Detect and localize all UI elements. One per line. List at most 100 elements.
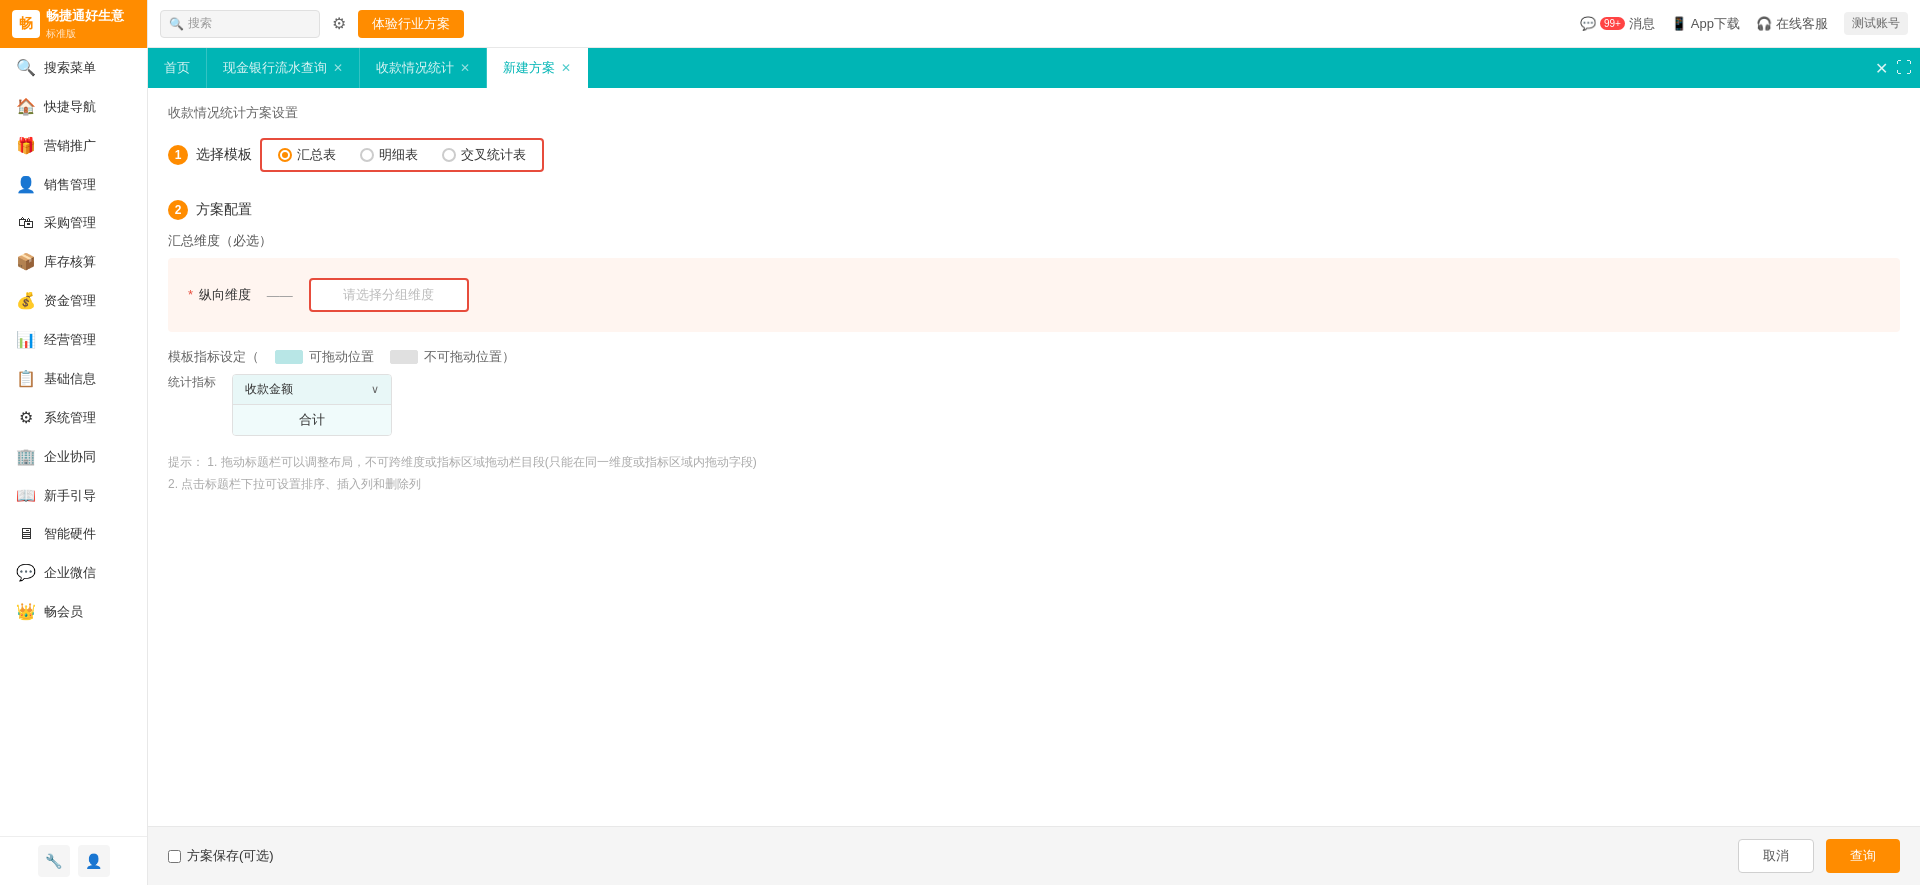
- tab-receipt-stats[interactable]: 收款情况统计 ✕: [360, 48, 487, 88]
- sidebar-item-basic-info[interactable]: 📋 基础信息: [0, 359, 147, 398]
- template-radio-group: 汇总表 明细表 交叉统计表: [260, 138, 544, 172]
- notification-label: 消息: [1629, 15, 1655, 33]
- sidebar-item-quick-nav[interactable]: 🏠 快捷导航: [0, 87, 147, 126]
- chevron-down-icon: ∨: [371, 383, 379, 396]
- hint-line-1: 提示： 1. 拖动标题栏可以调整布局，不可跨维度或指标区域拖动栏目段(只能在同一…: [168, 452, 1900, 474]
- search-placeholder-text: 搜索: [188, 15, 212, 32]
- tab-bar: 首页 现金银行流水查询 ✕ 收款情况统计 ✕ 新建方案 ✕ ✕ ⛶: [148, 48, 1920, 88]
- hint-text-1: 提示： 1. 拖动标题栏可以调整布局，不可跨维度或指标区域拖动栏目段(只能在同一…: [168, 452, 1900, 495]
- tab-new-scheme[interactable]: 新建方案 ✕: [487, 48, 588, 88]
- notification-button[interactable]: 💬 99+ 消息: [1580, 15, 1655, 33]
- radio-summary-circle: [278, 148, 292, 162]
- gift-icon: 🎁: [16, 136, 36, 155]
- sidebar-bottom-icon-2[interactable]: 👤: [78, 845, 110, 877]
- content-area: 收款情况统计方案设置 1 选择模板 汇总表 明细表: [148, 88, 1920, 885]
- clipboard-icon: 📋: [16, 369, 36, 388]
- header-search-box[interactable]: 🔍 搜索: [160, 10, 320, 38]
- gear-icon: ⚙: [16, 408, 36, 427]
- scheme-config: 汇总维度（必选） * 纵向维度 —— 请选择分组维度: [168, 232, 1900, 495]
- bell-icon: 💬: [1580, 16, 1596, 31]
- online-service-button[interactable]: 🎧 在线客服: [1756, 15, 1828, 33]
- search-icon: 🔍: [169, 17, 184, 31]
- indicator-section-label: 模板指标设定（: [168, 348, 259, 366]
- close-window-icon[interactable]: ✕: [1875, 59, 1888, 78]
- sidebar-item-marketing[interactable]: 🎁 营销推广: [0, 126, 147, 165]
- page-title: 收款情况统计方案设置: [168, 104, 1900, 122]
- indicator-section: 模板指标设定（ 可拖动位置 不可拖动位置）: [168, 348, 1900, 436]
- sidebar-item-inventory[interactable]: 📦 库存核算: [0, 242, 147, 281]
- sidebar-item-member[interactable]: 👑 畅会员: [0, 592, 147, 631]
- dimension-area: * 纵向维度 —— 请选择分组维度: [168, 258, 1900, 332]
- sidebar-bottom-icon-1[interactable]: 🔧: [38, 845, 70, 877]
- tab-receipt-stats-close[interactable]: ✕: [460, 61, 470, 75]
- tab-new-scheme-close[interactable]: ✕: [561, 61, 571, 75]
- monitor-icon: 🖥: [16, 525, 36, 543]
- hint-line-2: 2. 点击标题栏下拉可设置排序、插入列和删除列: [168, 474, 1900, 496]
- movable-box: [275, 350, 303, 364]
- sidebar-item-label: 企业协同: [44, 448, 96, 466]
- radio-detail[interactable]: 明细表: [360, 146, 418, 164]
- save-scheme-input[interactable]: [168, 850, 181, 863]
- service-icon: 🎧: [1756, 16, 1772, 31]
- app-download-button[interactable]: 📱 App下载: [1671, 15, 1740, 33]
- tab-new-scheme-label: 新建方案: [503, 59, 555, 77]
- radio-summary[interactable]: 汇总表: [278, 146, 336, 164]
- sidebar-item-management[interactable]: 📊 经营管理: [0, 320, 147, 359]
- user-account[interactable]: 测试账号: [1844, 12, 1908, 35]
- legend-unmovable: 不可拖动位置）: [390, 348, 515, 366]
- radio-cross[interactable]: 交叉统计表: [442, 146, 526, 164]
- movable-label: 可拖动位置: [309, 348, 374, 366]
- dimension-row: * 纵向维度 —— 请选择分组维度: [188, 278, 1880, 312]
- sidebar-item-system[interactable]: ⚙ 系统管理: [0, 398, 147, 437]
- logo-badge: 标准版: [46, 27, 124, 41]
- sidebar-item-purchase[interactable]: 🛍 采购管理: [0, 204, 147, 242]
- crown-icon: 👑: [16, 602, 36, 621]
- settings-icon[interactable]: ⚙: [332, 14, 346, 33]
- sidebar: 畅 畅捷通好生意 标准版 🔍 搜索菜单 🏠 快捷导航 🎁 营销推广 👤 销售管理…: [0, 0, 148, 885]
- radio-cross-label: 交叉统计表: [461, 146, 526, 164]
- sidebar-item-finance[interactable]: 💰 资金管理: [0, 281, 147, 320]
- indicator-table: 收款金额 ∨ 合计: [232, 374, 392, 436]
- indicator-col-header[interactable]: 收款金额 ∨: [233, 375, 391, 405]
- service-label: 在线客服: [1776, 15, 1828, 33]
- sidebar-item-label: 销售管理: [44, 176, 96, 194]
- sidebar-item-sales[interactable]: 👤 销售管理: [0, 165, 147, 204]
- tab-bank-flow[interactable]: 现金银行流水查询 ✕: [207, 48, 360, 88]
- radio-cross-circle: [442, 148, 456, 162]
- maximize-icon[interactable]: ⛶: [1896, 59, 1912, 77]
- sidebar-item-label: 搜索菜单: [44, 59, 96, 77]
- sidebar-item-label: 基础信息: [44, 370, 96, 388]
- tab-home[interactable]: 首页: [148, 48, 207, 88]
- content-inner: 收款情况统计方案设置 1 选择模板 汇总表 明细表: [148, 88, 1920, 826]
- step1-section: 1 选择模板 汇总表 明细表: [168, 138, 1900, 184]
- sidebar-logo: 畅 畅捷通好生意 标准版: [0, 0, 147, 48]
- tabs-end-buttons: ✕ ⛶: [1867, 48, 1920, 88]
- dimension-selector[interactable]: 请选择分组维度: [309, 278, 469, 312]
- category-label: 统计指标: [168, 374, 216, 391]
- sidebar-item-label: 资金管理: [44, 292, 96, 310]
- sidebar-item-newbie[interactable]: 📖 新手引导: [0, 476, 147, 515]
- save-scheme-label: 方案保存(可选): [187, 847, 274, 865]
- sidebar-item-enterprise[interactable]: 🏢 企业协同: [0, 437, 147, 476]
- tab-bank-flow-label: 现金银行流水查询: [223, 59, 327, 77]
- box-icon: 📦: [16, 252, 36, 271]
- logo-name: 畅捷通好生意: [46, 7, 124, 25]
- sidebar-item-label: 经营管理: [44, 331, 96, 349]
- sidebar-item-smart-hw[interactable]: 🖥 智能硬件: [0, 515, 147, 553]
- money-icon: 💰: [16, 291, 36, 310]
- sidebar-item-wechat[interactable]: 💬 企业微信: [0, 553, 147, 592]
- step2-header: 2 方案配置: [168, 200, 1900, 220]
- download-icon: 📱: [1671, 16, 1687, 31]
- cancel-button[interactable]: 取消: [1738, 839, 1814, 873]
- save-scheme-checkbox[interactable]: 方案保存(可选): [168, 847, 274, 865]
- step2-section: 2 方案配置 汇总维度（必选） * 纵向维度 —— 请选择分组维度: [168, 200, 1900, 495]
- tab-bank-flow-close[interactable]: ✕: [333, 61, 343, 75]
- step2-badge: 2: [168, 200, 188, 220]
- building-icon: 🏢: [16, 447, 36, 466]
- book-icon: 📖: [16, 486, 36, 505]
- sidebar-item-search-menu[interactable]: 🔍 搜索菜单: [0, 48, 147, 87]
- query-button[interactable]: 查询: [1826, 839, 1900, 873]
- trial-industry-button[interactable]: 体验行业方案: [358, 10, 464, 38]
- chart-icon: 📊: [16, 330, 36, 349]
- required-mark: *: [188, 287, 193, 302]
